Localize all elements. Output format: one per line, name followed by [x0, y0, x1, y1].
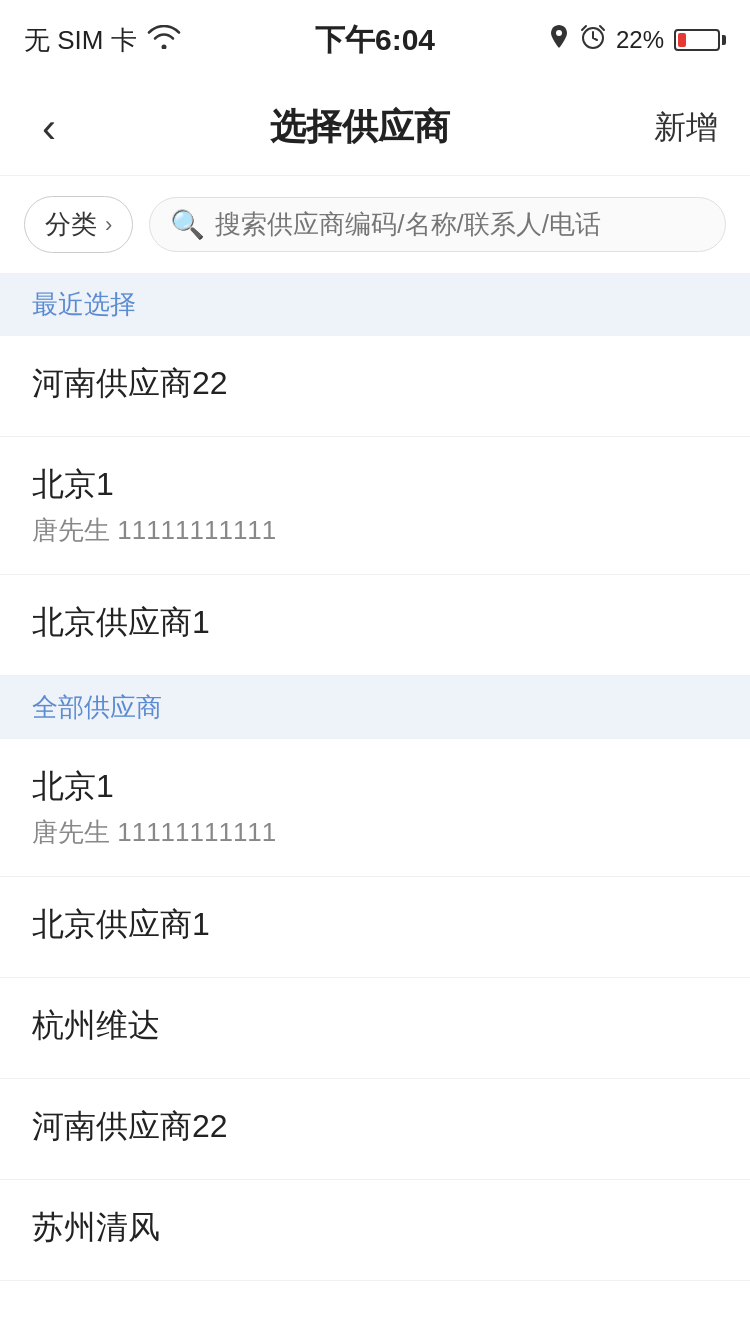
item-name: 北京供应商1: [32, 903, 718, 947]
list-item[interactable]: 苏州清风: [0, 1180, 750, 1281]
recent-items-list: 河南供应商22 北京1 唐先生 11111111111 北京供应商1: [0, 336, 750, 676]
item-name: 北京1: [32, 765, 718, 809]
battery-icon: [674, 29, 726, 51]
recent-section-label: 最近选择: [32, 289, 136, 319]
all-items-list: 北京1 唐先生 11111111111 北京供应商1 杭州维达河南供应商22 苏州清风: [0, 739, 750, 1281]
item-sub: 唐先生 11111111111: [32, 815, 718, 850]
list-item[interactable]: 杭州维达: [0, 978, 750, 1079]
recent-section-header: 最近选择: [0, 273, 750, 336]
back-button[interactable]: ‹: [32, 94, 66, 162]
item-sub: 唐先生 11111111111: [32, 513, 718, 548]
nav-bar: ‹ 选择供应商 新增: [0, 80, 750, 176]
list-item[interactable]: 北京1 唐先生 11111111111: [0, 739, 750, 877]
item-name: 河南供应商22: [32, 362, 718, 406]
search-box[interactable]: 🔍: [149, 197, 726, 252]
category-filter[interactable]: 分类 ›: [24, 196, 133, 253]
alarm-icon: [580, 24, 606, 56]
status-left: 无 SIM 卡: [24, 23, 181, 58]
battery-percentage: 22%: [616, 26, 664, 54]
status-bar: 无 SIM 卡 下午6:04 22%: [0, 0, 750, 80]
list-item[interactable]: 北京1 唐先生 11111111111: [0, 437, 750, 575]
search-icon: 🔍: [170, 208, 205, 241]
wifi-icon: [147, 25, 181, 56]
location-icon: [548, 24, 570, 56]
carrier-text: 无 SIM 卡: [24, 23, 137, 58]
item-name: 北京1: [32, 463, 718, 507]
item-name: 河南供应商22: [32, 1105, 718, 1149]
category-label: 分类: [45, 207, 97, 242]
item-name: 北京供应商1: [32, 601, 718, 645]
svg-point-0: [556, 30, 562, 36]
page-title: 选择供应商: [270, 103, 450, 152]
list-item[interactable]: 河南供应商22: [0, 1079, 750, 1180]
search-input[interactable]: [215, 209, 705, 240]
list-item[interactable]: 北京供应商1: [0, 575, 750, 676]
time-display: 下午6:04: [315, 20, 435, 61]
add-button[interactable]: 新增: [654, 106, 718, 150]
item-name: 苏州清风: [32, 1206, 718, 1250]
chevron-right-icon: ›: [105, 212, 112, 238]
list-item[interactable]: 北京供应商1: [0, 877, 750, 978]
status-right: 22%: [548, 24, 726, 56]
list-item[interactable]: 河南供应商22: [0, 336, 750, 437]
all-section-header: 全部供应商: [0, 676, 750, 739]
item-name: 杭州维达: [32, 1004, 718, 1048]
filter-bar: 分类 › 🔍: [0, 176, 750, 273]
all-section-label: 全部供应商: [32, 692, 162, 722]
